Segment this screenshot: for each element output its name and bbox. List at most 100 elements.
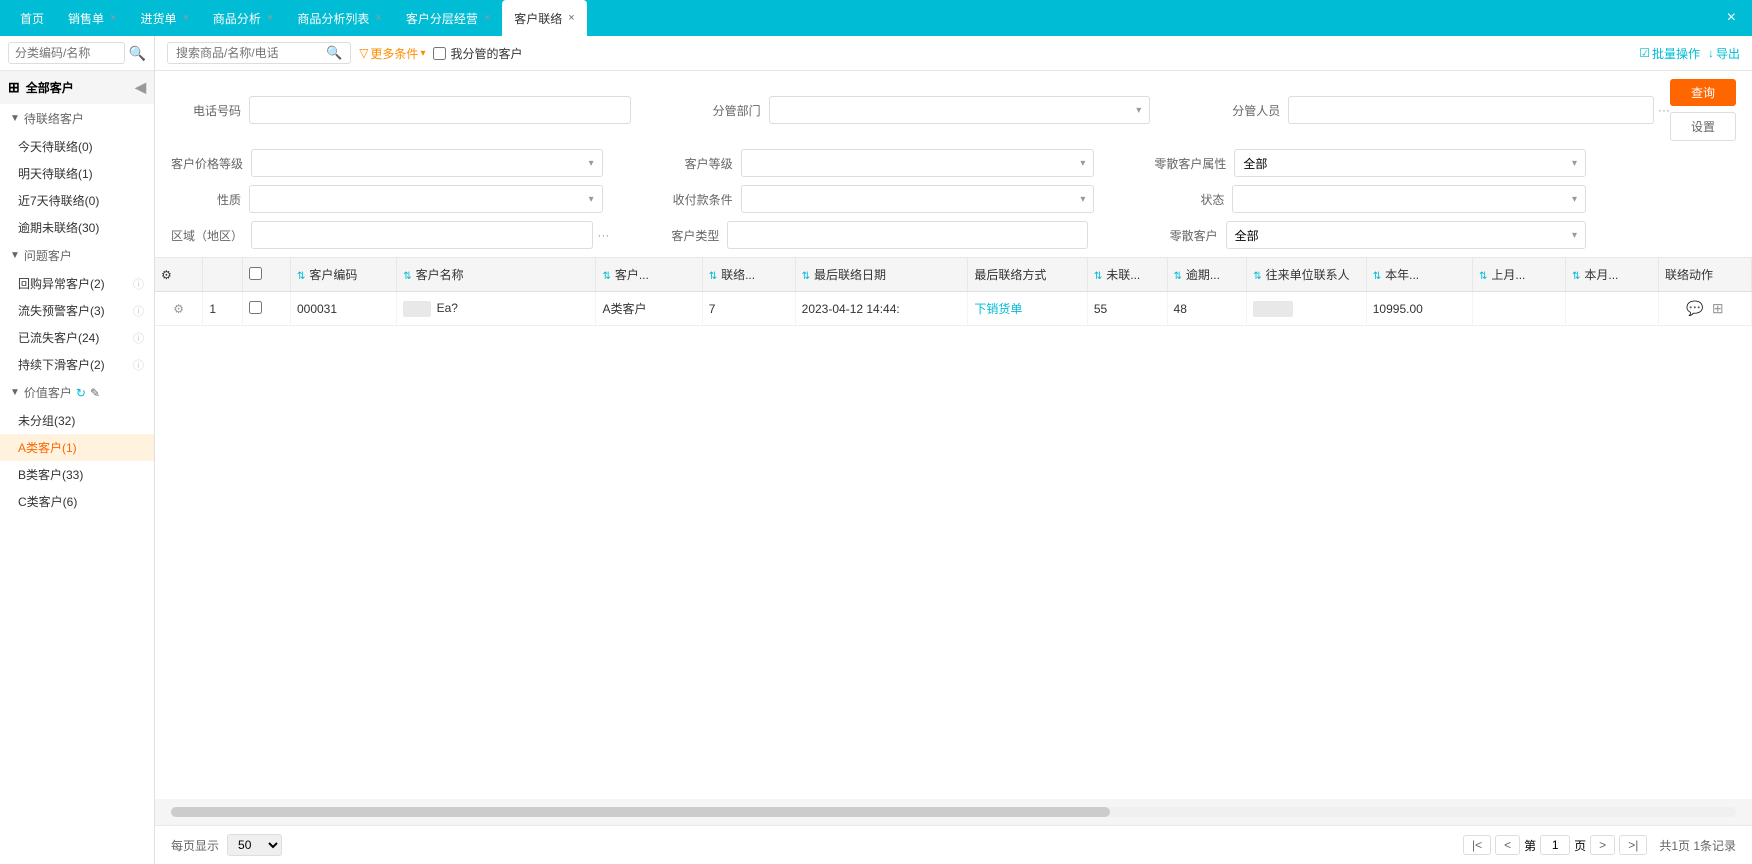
col-overdue-header[interactable]: ⇅逾期... <box>1167 258 1247 292</box>
last-page-btn[interactable]: >| <box>1619 835 1647 855</box>
set-button[interactable]: 设置 <box>1670 112 1736 141</box>
customer-type-label: 客户类型 <box>649 227 719 244</box>
sidebar-item-churn-warning[interactable]: 流失预警客户(3) ⓘ <box>0 297 154 324</box>
filter-action-btns: 查询 设置 <box>1670 79 1736 141</box>
filter-more-btn[interactable]: ▽ 更多条件 ▾ <box>359 45 425 62</box>
customer-type-input[interactable] <box>727 221 1087 249</box>
col-type-header[interactable]: ⇅客户... <box>596 258 702 292</box>
page-input[interactable] <box>1540 835 1570 855</box>
col-company-contact-header[interactable]: ⇅往来单位联系人 <box>1247 258 1367 292</box>
filter-customer-type: 客户类型 <box>649 221 1087 249</box>
manager-dots-btn[interactable]: ··· <box>1658 103 1670 117</box>
retail-attr-select[interactable]: 全部 ▾ <box>1234 149 1586 177</box>
nav-tab-home[interactable]: 首页 <box>8 0 56 36</box>
nav-tab-sales-close[interactable]: × <box>110 12 116 24</box>
my-customer-checkbox[interactable] <box>433 47 446 60</box>
sidebar-item-class-a[interactable]: A类客户(1) <box>0 434 154 461</box>
sidebar-item-overdue-pending[interactable]: 逾期未联络(30) <box>0 214 154 241</box>
manager-input[interactable] <box>1288 96 1654 124</box>
chat-icon[interactable]: 💬 <box>1686 300 1703 317</box>
nav-tab-product-analysis[interactable]: 商品分析 × <box>201 0 285 36</box>
price-level-select[interactable]: ▾ <box>251 149 603 177</box>
sidebar-all-customers[interactable]: ⊞ 全部客户 ◀ <box>0 71 154 104</box>
customer-name[interactable]: Ea <box>437 301 452 315</box>
nav-tab-customer-tier-close[interactable]: × <box>484 12 490 24</box>
row-gear-cell[interactable]: ⚙ <box>155 292 203 326</box>
retail-customer-select[interactable]: 全部 ▾ <box>1226 221 1586 249</box>
nav-tab-purchase[interactable]: 进货单 × <box>128 0 200 36</box>
scrollbar-track[interactable] <box>171 807 1736 817</box>
next-page-btn[interactable]: > <box>1590 835 1615 855</box>
sidebar-item-ungroup[interactable]: 未分组(32) <box>0 407 154 434</box>
col-date-header[interactable]: ⇅最后联络日期 <box>795 258 968 292</box>
row-action-cell: 💬 ⊞ <box>1658 292 1751 326</box>
col-code-header[interactable]: ⇅客户编码 <box>290 258 396 292</box>
export-btn[interactable]: ↓ 导出 <box>1708 45 1740 62</box>
batch-operation-btn[interactable]: ☑ 批量操作 <box>1639 45 1700 62</box>
customer-level-select[interactable]: ▾ <box>741 149 1095 177</box>
col-contact-header[interactable]: ⇅联络... <box>702 258 795 292</box>
sidebar-item-class-c[interactable]: C类客户(6) <box>0 488 154 515</box>
sidebar-item-today-pending[interactable]: 今天待联络(0) <box>0 133 154 160</box>
filter-search-input[interactable] <box>176 46 326 60</box>
nav-tab-product-list-close[interactable]: × <box>375 12 381 24</box>
sidebar-item-class-b[interactable]: B类客户(33) <box>0 461 154 488</box>
sidebar-item-churned[interactable]: 已流失客户(24) ⓘ <box>0 324 154 351</box>
status-select[interactable]: ▾ <box>1232 185 1586 213</box>
nature-select[interactable]: ▾ <box>249 185 603 213</box>
prev-page-btn[interactable]: < <box>1495 835 1520 855</box>
col-name-header[interactable]: ⇅客户名称 <box>397 258 596 292</box>
col-year-header[interactable]: ⇅本年... <box>1366 258 1472 292</box>
sidebar-collapse-btn[interactable]: ◀ <box>135 79 146 96</box>
dept-select[interactable]: ▾ <box>769 96 1151 124</box>
sidebar-section-problem[interactable]: ▼ 问题客户 <box>0 241 154 270</box>
query-button[interactable]: 查询 <box>1670 79 1736 106</box>
nav-tab-product-analysis-close[interactable]: × <box>267 12 273 24</box>
sidebar-search-input[interactable] <box>8 42 125 64</box>
col-action-header: 联络动作 <box>1658 258 1751 292</box>
export-icon: ↓ <box>1708 46 1714 60</box>
col-uncontact-header[interactable]: ⇅未联... <box>1087 258 1167 292</box>
pagination: 每页显示 50 20 100 |< < 第 页 > >| 共1页 1条记录 <box>155 825 1752 864</box>
retail-attr-value: 全部 <box>1243 155 1267 172</box>
price-level-arrow-icon: ▾ <box>589 158 594 169</box>
sidebar-item-declining[interactable]: 持续下滑客户(2) ⓘ <box>0 351 154 378</box>
phone-input[interactable] <box>249 96 631 124</box>
sidebar-section-value[interactable]: ▼ 价值客户 ↻ ✎ <box>0 378 154 407</box>
scrollbar-thumb[interactable] <box>171 807 1110 817</box>
payment-select[interactable]: ▾ <box>741 185 1095 213</box>
grid-action-icon[interactable]: ⊞ <box>1712 300 1724 317</box>
col-last-month-header[interactable]: ⇅上月... <box>1473 258 1566 292</box>
select-all-checkbox[interactable] <box>249 267 262 280</box>
sidebar-item-week-pending[interactable]: 近7天待联络(0) <box>0 187 154 214</box>
nav-tab-customer-contact[interactable]: 客户联络 × <box>502 0 586 36</box>
region-dots-btn[interactable]: ··· <box>597 228 609 242</box>
method-link[interactable]: 下销货单 <box>974 302 1022 316</box>
nav-tab-sales[interactable]: 销售单 × <box>56 0 128 36</box>
value-refresh-icon[interactable]: ↻ <box>76 386 86 400</box>
page-size-select[interactable]: 50 20 100 <box>227 834 282 856</box>
sidebar-section-pending[interactable]: ▼ 待联络客户 <box>0 104 154 133</box>
gear-header-icon[interactable]: ⚙ <box>161 268 172 282</box>
overdue-sort-icon: ⇅ <box>1174 271 1182 282</box>
payment-arrow-icon: ▾ <box>1080 194 1085 205</box>
sidebar-search-icon[interactable]: 🔍 <box>129 45 146 62</box>
sidebar-item-tomorrow-pending[interactable]: 明天待联络(1) <box>0 160 154 187</box>
col-this-month-header[interactable]: ⇅本月... <box>1565 258 1658 292</box>
value-edit-icon[interactable]: ✎ <box>90 386 100 400</box>
row-type-cell: A类客户 <box>596 292 702 326</box>
window-close-button[interactable]: × <box>1719 9 1744 27</box>
row-checkbox[interactable] <box>249 301 262 314</box>
nature-label: 性质 <box>171 191 241 208</box>
sidebar-item-abnormal[interactable]: 回购异常客户(2) ⓘ <box>0 270 154 297</box>
first-page-btn[interactable]: |< <box>1463 835 1491 855</box>
nav-tab-customer-contact-close[interactable]: × <box>568 12 574 24</box>
row-check-cell <box>243 292 291 326</box>
nav-tab-product-list[interactable]: 商品分析列表 × <box>285 0 393 36</box>
declining-label: 持续下滑客户(2) <box>18 356 105 373</box>
region-input[interactable] <box>251 221 593 249</box>
nav-tab-purchase-close[interactable]: × <box>182 12 188 24</box>
nav-tab-customer-tier[interactable]: 客户分层经营 × <box>394 0 502 36</box>
advanced-filter: 电话号码 分管部门 ▾ 分管人员 ··· <box>155 71 1752 258</box>
filter-search-icon[interactable]: 🔍 <box>326 45 342 61</box>
